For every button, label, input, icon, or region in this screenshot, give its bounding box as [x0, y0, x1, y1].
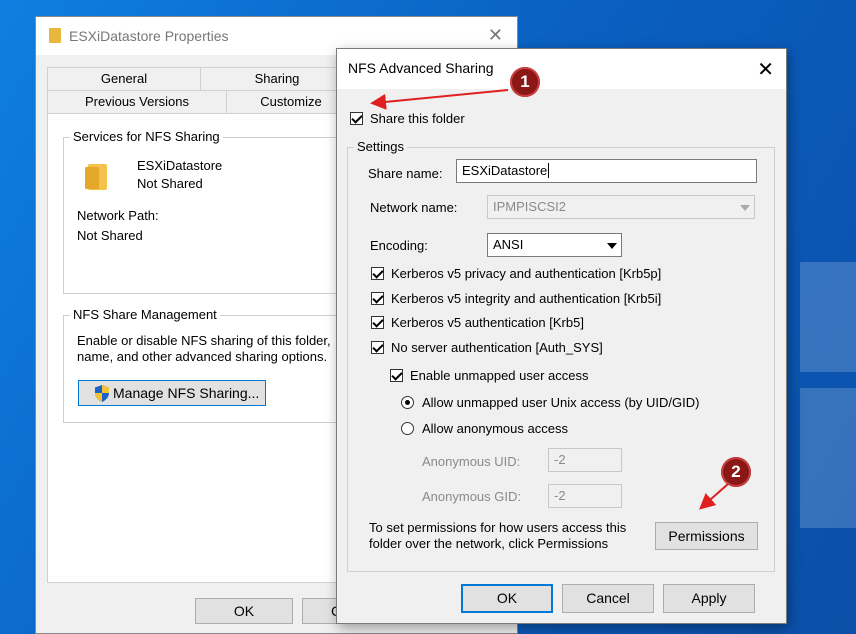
annotation-overlay [370, 89, 729, 510]
annotation-badge-2: 2 [721, 457, 751, 487]
annotation-arrow-2 [699, 483, 729, 510]
annotation-badge-1: 1 [510, 67, 540, 97]
annotation-arrow-1 [370, 89, 509, 110]
